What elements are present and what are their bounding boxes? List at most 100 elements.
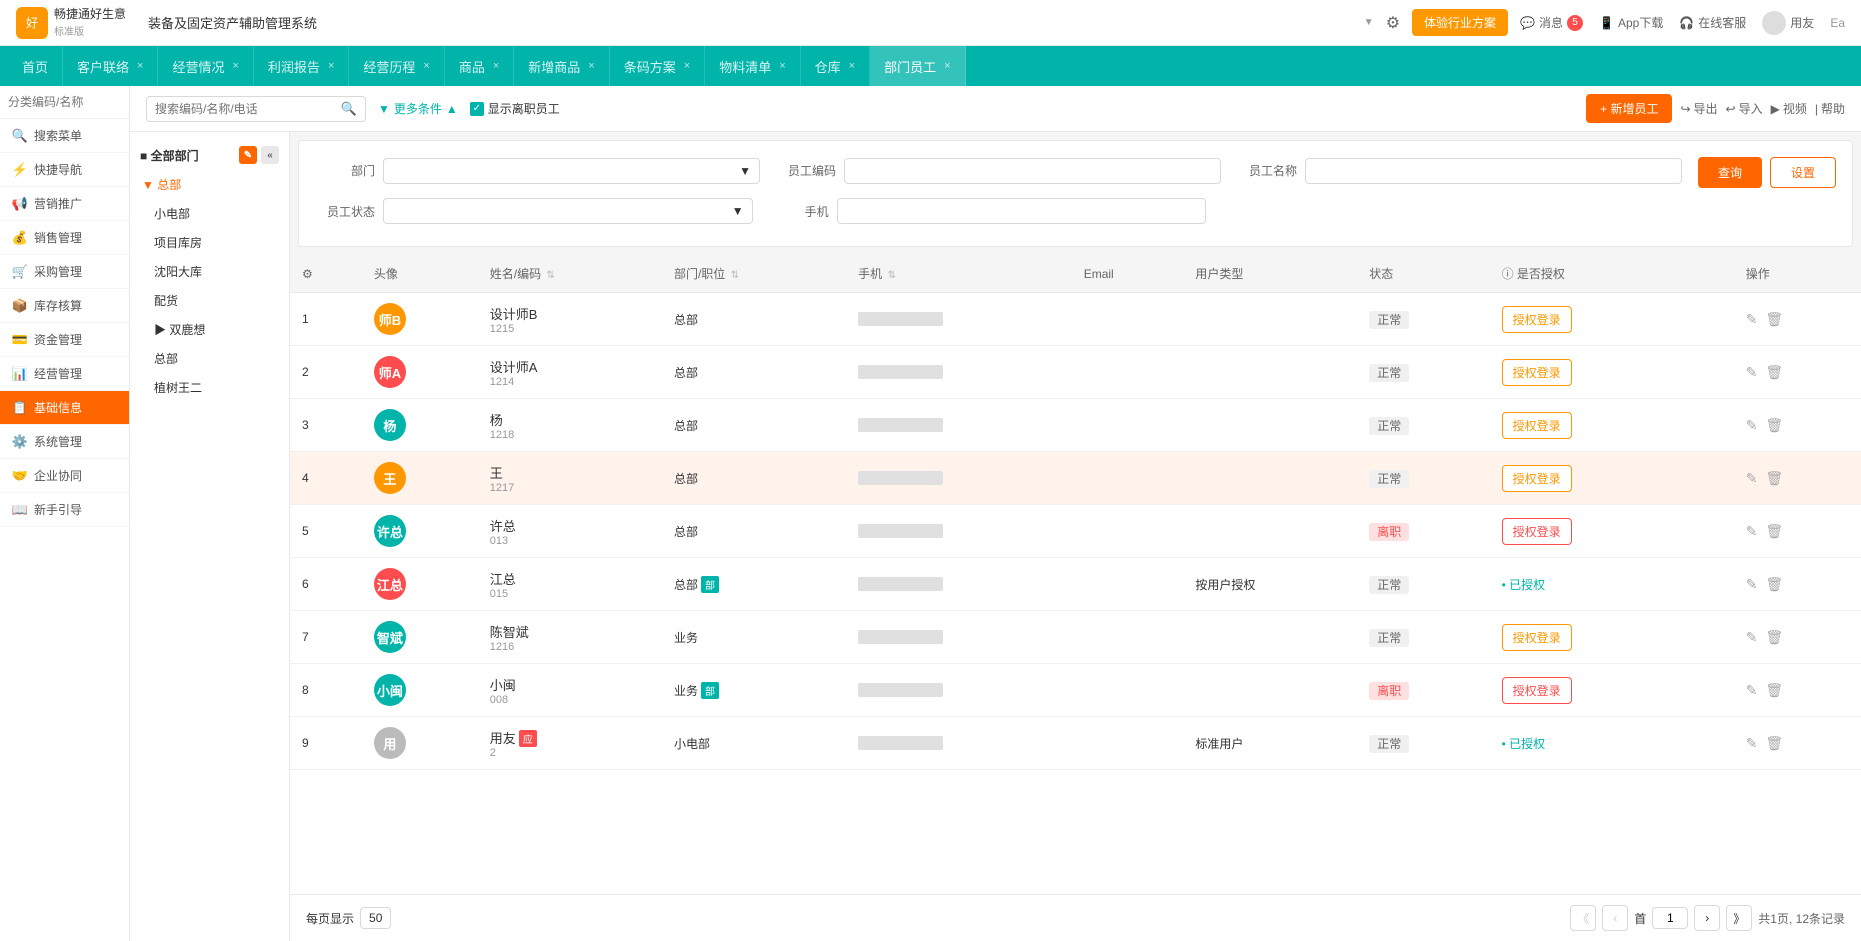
sidebar-item-basic[interactable]: 📋 基础信息 [0,391,129,425]
delete-icon[interactable]: 🗑 [1765,417,1783,434]
dept-tree-xiaodian[interactable]: 小电部 [130,199,289,228]
tab-home[interactable]: 首页 [8,46,63,86]
auth-button[interactable]: 授权登录 [1502,412,1572,439]
settings-button[interactable]: ⚙ [1386,13,1400,33]
dept-edit-icon[interactable]: ✎ [239,146,257,164]
dept-collapse-icon[interactable]: « [261,146,279,164]
auth-button[interactable]: 授权登录 [1502,518,1572,545]
close-icon[interactable]: × [684,60,690,72]
tab-goods[interactable]: 商品 × [445,46,514,86]
next-page-button[interactable]: › [1694,905,1720,931]
prev-page-button[interactable]: ‹ [1602,905,1628,931]
phone-input[interactable] [837,198,1207,224]
close-icon[interactable]: × [232,60,238,72]
edit-icon[interactable]: ✎ [1746,523,1758,540]
tab-barcode[interactable]: 条码方案 × [610,46,705,86]
emp-name-input[interactable] [1305,158,1682,184]
dept-tree-zhishu[interactable]: 植树王二 [130,373,289,402]
close-icon[interactable]: × [137,60,143,72]
th-dept[interactable]: 部门/职位 ⇅ [662,255,846,293]
tab-process[interactable]: 经营历程 × [349,46,444,86]
close-icon[interactable]: × [588,60,594,72]
sidebar-item-guide[interactable]: 📖 新手引导 [0,493,129,527]
sidebar-item-sales[interactable]: 💰 销售管理 [0,221,129,255]
edit-icon[interactable]: ✎ [1746,682,1758,699]
tab-bom[interactable]: 物料清单 × [705,46,800,86]
import-button[interactable]: ↩ 导入 [1726,100,1763,117]
help-button[interactable]: | 帮助 [1815,100,1845,117]
query-button[interactable]: 查询 [1698,157,1762,188]
sidebar-item-quicknav[interactable]: ⚡ 快捷导航 [0,153,129,187]
system-dropdown-arrow[interactable]: ▼ [1364,17,1374,28]
sidebar-item-system[interactable]: ⚙️ 系统管理 [0,425,129,459]
emp-code-input[interactable] [844,158,1221,184]
sidebar-item-search[interactable]: 🔍 搜索菜单 [0,119,129,153]
tab-customer[interactable]: 客户联络 × [63,46,158,86]
trial-button[interactable]: 体验行业方案 [1412,9,1508,36]
search-icon[interactable]: 🔍 [341,101,357,117]
th-settings[interactable]: ⚙ [290,255,362,293]
close-icon[interactable]: × [493,60,499,72]
user-menu-button[interactable]: 用友 [1762,11,1814,35]
delete-icon[interactable]: 🗑 [1765,629,1783,646]
dept-tree-project[interactable]: 项目库房 [130,228,289,257]
page-size-value[interactable]: 50 [360,907,391,929]
page-number-input[interactable] [1652,907,1688,929]
th-phone[interactable]: 手机 ⇅ [846,255,1072,293]
sidebar-item-inventory[interactable]: 📦 库存核算 [0,289,129,323]
close-icon[interactable]: × [423,60,429,72]
edit-icon[interactable]: ✎ [1746,735,1758,752]
th-name[interactable]: 姓名/编码 ⇅ [478,255,662,293]
delete-icon[interactable]: 🗑 [1765,682,1783,699]
edit-icon[interactable]: ✎ [1746,364,1758,381]
sidebar-item-finance[interactable]: 💳 资金管理 [0,323,129,357]
delete-icon[interactable]: 🗑 [1765,311,1783,328]
dept-tree-shenyang[interactable]: 沈阳大库 [130,257,289,286]
export-button[interactable]: ↪ 导出 [1680,100,1717,117]
auth-button[interactable]: 授权登录 [1502,624,1572,651]
sidebar-item-marketing[interactable]: 📢 营销推广 [0,187,129,221]
close-icon[interactable]: × [328,60,334,72]
sidebar-item-collab[interactable]: 🤝 企业协同 [0,459,129,493]
dept-tree-peihuo[interactable]: 配货 [130,286,289,315]
edit-icon[interactable]: ✎ [1746,576,1758,593]
sidebar-search-input[interactable] [8,95,130,109]
dept-tree-zongbu[interactable]: 总部 [130,344,289,373]
tab-profit[interactable]: 利润报告 × [254,46,349,86]
dept-tree-all[interactable]: ▼ 总部 [130,170,289,199]
delete-icon[interactable]: 🗑 [1765,364,1783,381]
sidebar-item-purchase[interactable]: 🛒 采购管理 [0,255,129,289]
tab-department[interactable]: 部门员工 × [870,46,965,86]
online-support-button[interactable]: 🎧 在线客服 [1679,14,1746,31]
edit-icon[interactable]: ✎ [1746,629,1758,646]
dept-tree-shuanglu[interactable]: ▶ 双鹿想 [130,315,289,344]
delete-icon[interactable]: 🗑 [1765,576,1783,593]
tab-operations[interactable]: 经营情况 × [158,46,253,86]
tab-add-goods[interactable]: 新增商品 × [514,46,609,86]
auth-button[interactable]: 授权登录 [1502,465,1572,492]
auth-button[interactable]: 授权登录 [1502,677,1572,704]
delete-icon[interactable]: 🗑 [1765,470,1783,487]
close-icon[interactable]: × [849,60,855,72]
add-employee-button[interactable]: + 新增员工 [1586,94,1672,123]
more-filter-btn[interactable]: ▼ 更多条件 ▲ [378,100,458,117]
edit-icon[interactable]: ✎ [1746,417,1758,434]
last-page-button[interactable]: 》 [1726,905,1752,931]
close-icon[interactable]: × [944,60,950,72]
set-button[interactable]: 设置 [1770,157,1836,188]
edit-icon[interactable]: ✎ [1746,470,1758,487]
view-button[interactable]: ▶ 视频 [1771,100,1807,117]
app-download-button[interactable]: 📱 App下载 [1599,14,1663,31]
dept-select[interactable]: ▼ [383,158,760,184]
emp-status-select[interactable]: ▼ [383,198,753,224]
delete-icon[interactable]: 🗑 [1765,735,1783,752]
messages-button[interactable]: 💬 消息 5 [1520,14,1583,31]
show-resigned-toggle[interactable]: ✓ 显示离职员工 [470,100,560,117]
close-icon[interactable]: × [779,60,785,72]
edit-icon[interactable]: ✎ [1746,311,1758,328]
auth-button[interactable]: 授权登录 [1502,306,1572,333]
sidebar-item-operation[interactable]: 📊 经营管理 [0,357,129,391]
search-input[interactable] [155,102,337,116]
tab-warehouse[interactable]: 仓库 × [801,46,870,86]
delete-icon[interactable]: 🗑 [1765,523,1783,540]
